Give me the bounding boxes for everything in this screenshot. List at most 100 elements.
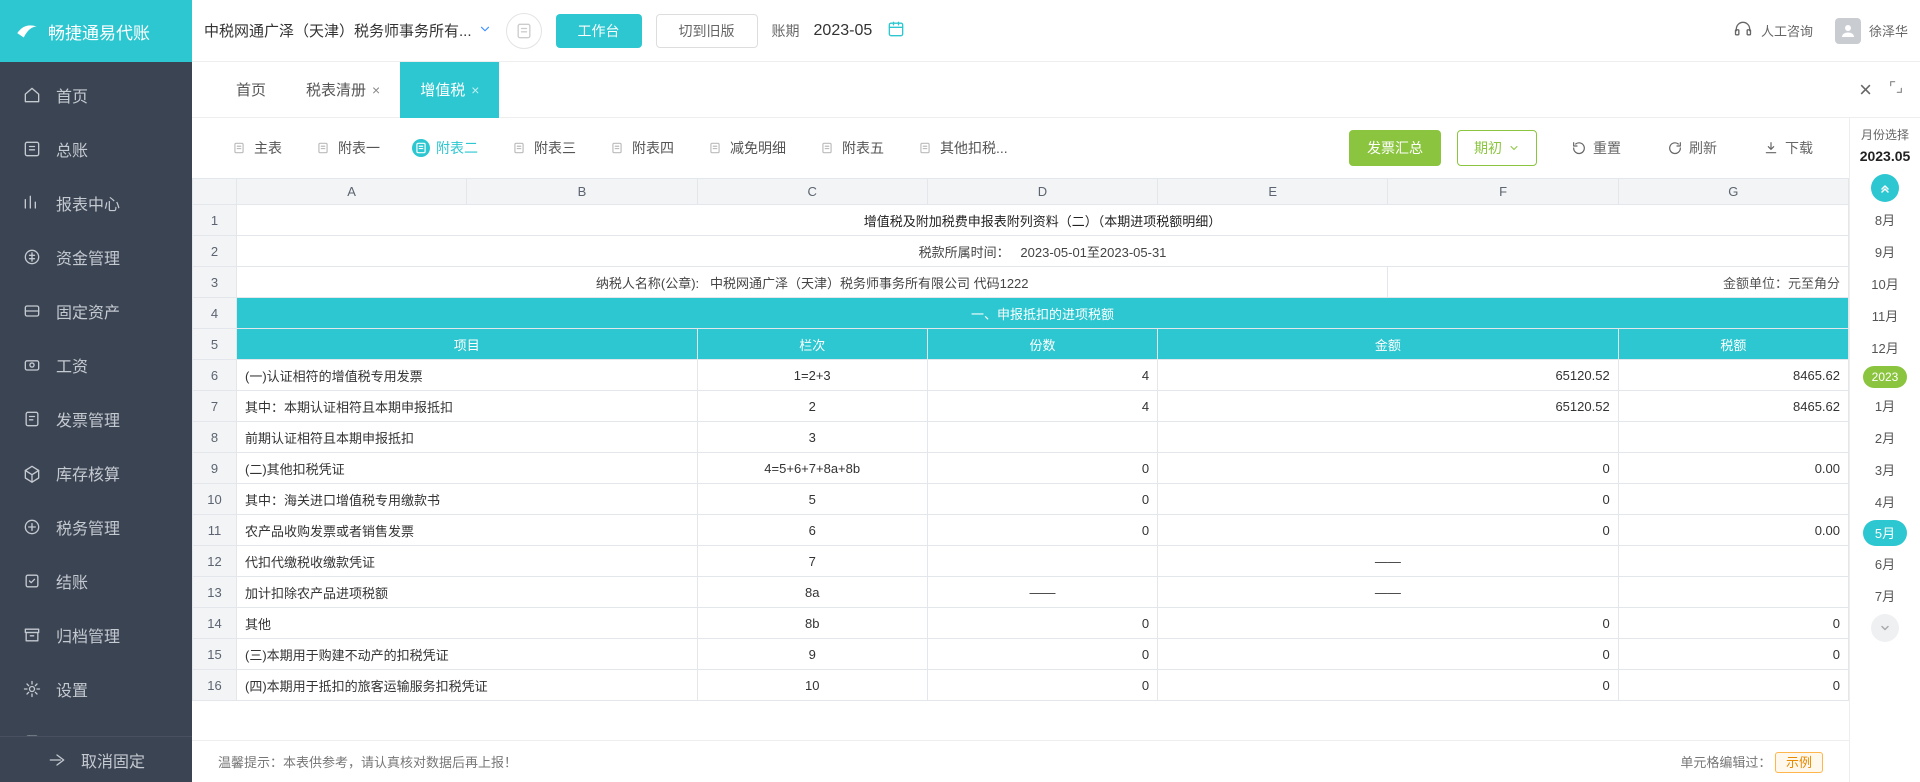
- nav-item-asset[interactable]: 固定资产: [0, 284, 192, 338]
- cell-amount[interactable]: 65120.52: [1158, 391, 1619, 422]
- cell-col[interactable]: 8a: [697, 577, 927, 608]
- cell-amount[interactable]: [1158, 422, 1619, 453]
- month-option[interactable]: 11月: [1871, 302, 1899, 330]
- refresh-button[interactable]: 刷新: [1655, 130, 1729, 166]
- col-E[interactable]: E: [1158, 179, 1388, 205]
- col-G[interactable]: G: [1618, 179, 1848, 205]
- user-menu[interactable]: 徐泽华: [1835, 18, 1908, 44]
- nav-item-close[interactable]: 结账: [0, 554, 192, 608]
- spreadsheet[interactable]: ABCDEFG1增值税及附加税费申报表附列资料（二）（本期进项税额明细）2税款所…: [192, 178, 1849, 740]
- expand-icon[interactable]: [1888, 79, 1904, 100]
- cell-tax[interactable]: 0: [1618, 608, 1848, 639]
- cell-amount[interactable]: 0: [1158, 670, 1619, 701]
- close-all-button[interactable]: ×: [1853, 71, 1878, 109]
- cell-amount[interactable]: 65120.52: [1158, 360, 1619, 391]
- sheet-tab-附表二[interactable]: 附表二: [398, 130, 492, 166]
- nav-item-settings[interactable]: 设置: [0, 662, 192, 716]
- nav-item-home[interactable]: 首页: [0, 68, 192, 122]
- cell-qty[interactable]: 4: [927, 391, 1157, 422]
- month-scroll-up[interactable]: [1871, 174, 1899, 202]
- cell-item[interactable]: 代扣代缴税收缴款凭证: [237, 546, 698, 577]
- cell-tax[interactable]: 0.00: [1618, 453, 1848, 484]
- nav-item-stock[interactable]: 库存核算: [0, 446, 192, 500]
- col-C[interactable]: C: [697, 179, 927, 205]
- company-selector[interactable]: 中税网通广泽（天津）税务师事务所有...: [204, 20, 492, 41]
- month-option[interactable]: 8月: [1871, 206, 1899, 234]
- month-option[interactable]: 9月: [1871, 238, 1899, 266]
- cell-amount[interactable]: 0: [1158, 639, 1619, 670]
- cell-qty[interactable]: 0: [927, 639, 1157, 670]
- sheet-tab-附表三[interactable]: 附表三: [496, 130, 590, 166]
- cell-amount[interactable]: 0: [1158, 453, 1619, 484]
- cell-tax[interactable]: [1618, 422, 1848, 453]
- nav-item-archive[interactable]: 归档管理: [0, 608, 192, 662]
- month-option[interactable]: 5月: [1863, 520, 1907, 546]
- cell-item[interactable]: (四)本期用于抵扣的旅客运输服务扣税凭证: [237, 670, 698, 701]
- cell-item[interactable]: (一)认证相符的增值税专用发票: [237, 360, 698, 391]
- cell-tax[interactable]: [1618, 577, 1848, 608]
- nav-item-invoice[interactable]: 发票管理: [0, 392, 192, 446]
- cell-item[interactable]: 其他: [237, 608, 698, 639]
- sheet-tab-附表五[interactable]: 附表五: [804, 130, 898, 166]
- month-option[interactable]: 7月: [1871, 582, 1899, 610]
- col-B[interactable]: B: [467, 179, 697, 205]
- cell-qty[interactable]: 0: [927, 608, 1157, 639]
- cell-tax[interactable]: 0: [1618, 670, 1848, 701]
- cell-col[interactable]: 5: [697, 484, 927, 515]
- cell-qty[interactable]: [927, 422, 1157, 453]
- nav-item-salary[interactable]: 工资: [0, 338, 192, 392]
- month-option[interactable]: 10月: [1871, 270, 1899, 298]
- download-button[interactable]: 下载: [1751, 130, 1825, 166]
- cell-amount[interactable]: 0: [1158, 608, 1619, 639]
- month-option[interactable]: 4月: [1871, 488, 1899, 516]
- cell-item[interactable]: 前期认证相符且本期申报抵扣: [237, 422, 698, 453]
- invoice-summary-button[interactable]: 发票汇总: [1349, 130, 1441, 166]
- month-option[interactable]: 2月: [1871, 424, 1899, 452]
- cell-tax[interactable]: 0.00: [1618, 515, 1848, 546]
- sheet-tab-减免明细[interactable]: 减免明细: [692, 130, 800, 166]
- tab-首页[interactable]: 首页: [216, 62, 286, 118]
- month-scroll-down[interactable]: [1871, 614, 1899, 642]
- nav-item-guide[interactable]: 新手引导: [0, 716, 192, 736]
- cell-col[interactable]: 10: [697, 670, 927, 701]
- sheet-tab-附表一[interactable]: 附表一: [300, 130, 394, 166]
- month-option[interactable]: 6月: [1871, 550, 1899, 578]
- nav-item-fund[interactable]: 资金管理: [0, 230, 192, 284]
- cell-tax[interactable]: 0: [1618, 639, 1848, 670]
- month-option[interactable]: 12月: [1871, 334, 1899, 362]
- cell-tax[interactable]: [1618, 546, 1848, 577]
- cell-qty[interactable]: 0: [927, 670, 1157, 701]
- tab-close-icon[interactable]: ×: [372, 82, 380, 98]
- cell-qty[interactable]: ——: [927, 577, 1157, 608]
- tab-税表清册[interactable]: 税表清册×: [286, 62, 400, 118]
- cell-col[interactable]: 2: [697, 391, 927, 422]
- note-button[interactable]: [506, 13, 542, 49]
- support-button[interactable]: 人工咨询: [1733, 19, 1813, 42]
- cell-qty[interactable]: 4: [927, 360, 1157, 391]
- month-option[interactable]: 3月: [1871, 456, 1899, 484]
- cell-item[interactable]: 加计扣除农产品进项税额: [237, 577, 698, 608]
- cell-col[interactable]: 3: [697, 422, 927, 453]
- col-A[interactable]: A: [237, 179, 467, 205]
- cell-item[interactable]: 农产品收购发票或者销售发票: [237, 515, 698, 546]
- cell-amount[interactable]: ——: [1158, 546, 1619, 577]
- calendar-icon[interactable]: [886, 19, 906, 42]
- cell-item[interactable]: (二)其他扣税凭证: [237, 453, 698, 484]
- sheet-tab-其他扣税...[interactable]: 其他扣税...: [902, 130, 1022, 166]
- col-D[interactable]: D: [927, 179, 1157, 205]
- reset-button[interactable]: 重置: [1559, 130, 1633, 166]
- cell-amount[interactable]: 0: [1158, 515, 1619, 546]
- cell-item[interactable]: 其中：本期认证相符且本期申报抵扣: [237, 391, 698, 422]
- switch-old-button[interactable]: 切到旧版: [656, 14, 758, 48]
- cell-col[interactable]: 7: [697, 546, 927, 577]
- tab-增值税[interactable]: 增值税×: [400, 62, 499, 118]
- period-start-button[interactable]: 期初: [1457, 130, 1537, 166]
- nav-item-tax[interactable]: 税务管理: [0, 500, 192, 554]
- cell-qty[interactable]: [927, 546, 1157, 577]
- cell-item[interactable]: 其中：海关进口增值税专用缴款书: [237, 484, 698, 515]
- cell-qty[interactable]: 0: [927, 453, 1157, 484]
- cell-col[interactable]: 9: [697, 639, 927, 670]
- unpin-button[interactable]: 取消固定: [0, 736, 192, 782]
- cell-qty[interactable]: 0: [927, 515, 1157, 546]
- col-F[interactable]: F: [1388, 179, 1618, 205]
